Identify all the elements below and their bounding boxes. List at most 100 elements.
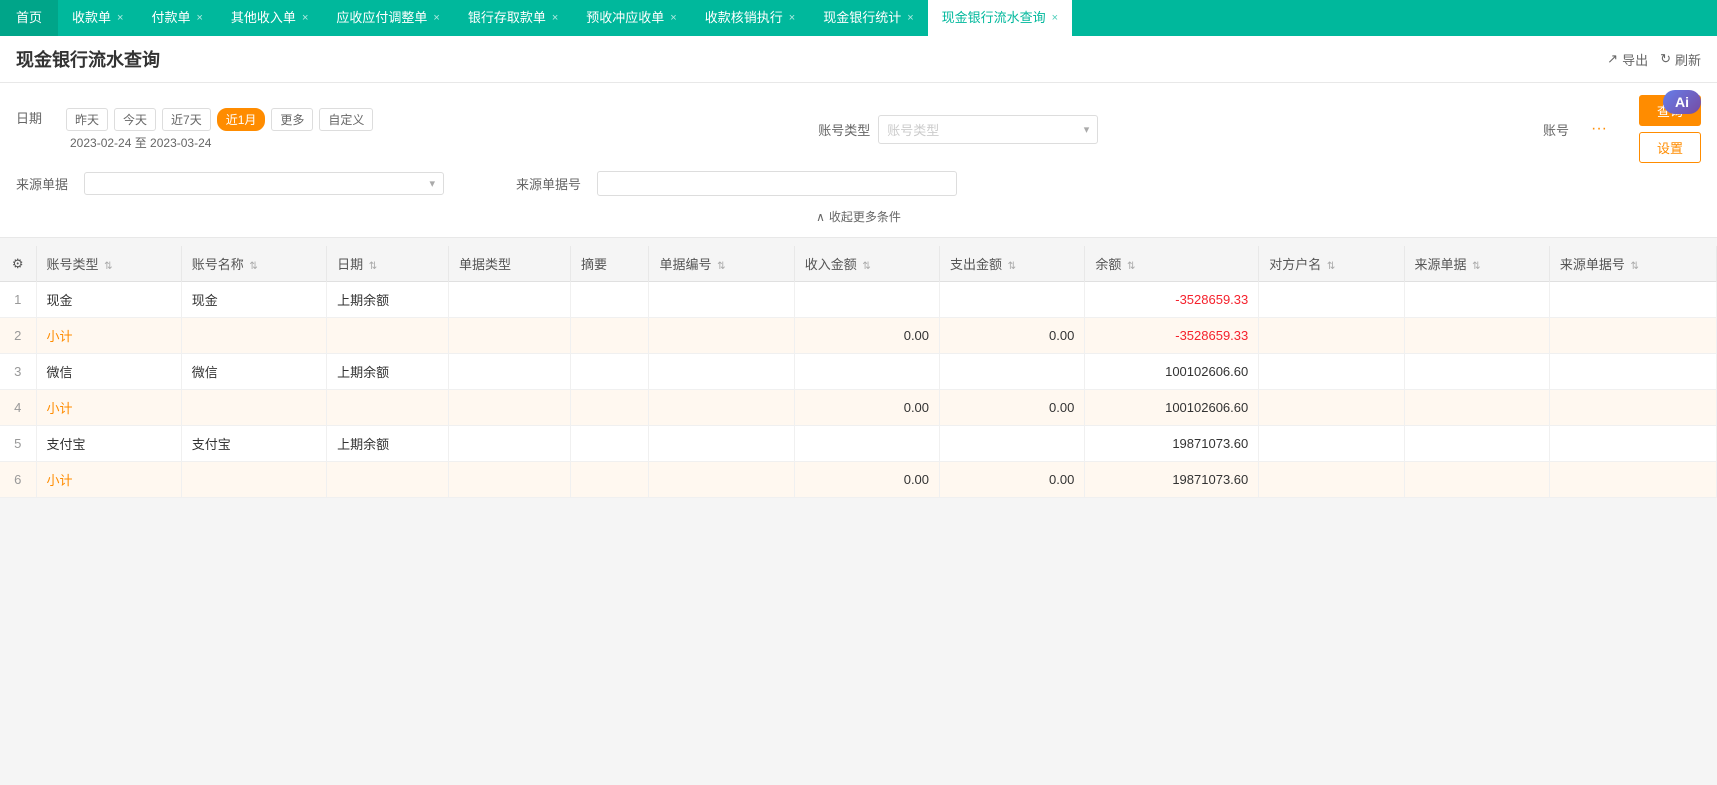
- table-row: 2 小计 0.00 0.00 -3528659.33: [0, 318, 1717, 354]
- row-settings-cell: 4: [0, 390, 36, 426]
- cell-balance: 100102606.60: [1085, 354, 1259, 390]
- date-range-display: 2023-02-24 至 2023-03-24: [70, 134, 373, 151]
- filter-row-date: 日期 昨天 今天 近7天 近1月 更多 自定义 2023-02-24 至 202…: [16, 95, 1701, 163]
- sort-icon: ⇅: [717, 261, 725, 272]
- source-doc-select[interactable]: ▾: [84, 172, 444, 195]
- cell-counterparty: [1259, 462, 1404, 498]
- nav-tab-收款核销执行[interactable]: 收款核销执行 ×: [691, 0, 809, 36]
- date-btn-yesterday[interactable]: 昨天: [66, 108, 108, 131]
- close-icon[interactable]: ×: [670, 0, 676, 36]
- account-filter: ···: [1591, 120, 1607, 138]
- nav-home[interactable]: 首页: [0, 0, 58, 36]
- close-icon[interactable]: ×: [789, 0, 795, 36]
- table-row: 1 现金 现金 上期余额 -3528659.33: [0, 282, 1717, 318]
- cell-source-doc: [1404, 354, 1549, 390]
- cell-date: [327, 318, 449, 354]
- cell-doc-no: [649, 282, 794, 318]
- filter-area: 日期 昨天 今天 近7天 近1月 更多 自定义 2023-02-24 至 202…: [0, 83, 1717, 238]
- table-row: 4 小计 0.00 0.00 100102606.60: [0, 390, 1717, 426]
- account-dots-button[interactable]: ···: [1591, 120, 1607, 138]
- export-button[interactable]: ↗ 导出: [1607, 50, 1648, 69]
- close-icon[interactable]: ×: [196, 0, 202, 36]
- cell-balance: 19871073.60: [1085, 426, 1259, 462]
- cell-income: 0.00: [794, 462, 939, 498]
- refresh-button[interactable]: ↻ 刷新: [1660, 50, 1701, 69]
- cell-summary: [570, 390, 649, 426]
- nav-tab-预收冲应收单[interactable]: 预收冲应收单 ×: [572, 0, 690, 36]
- nav-tab-其他收入单[interactable]: 其他收入单 ×: [217, 0, 322, 36]
- top-navigation: 首页 收款单 × 付款单 × 其他收入单 × 应收应付调整单 × 银行存取款单 …: [0, 0, 1717, 36]
- cell-income: [794, 354, 939, 390]
- cell-income: 0.00: [794, 318, 939, 354]
- cell-date: 上期余额: [327, 426, 449, 462]
- cell-balance: 19871073.60: [1085, 462, 1259, 498]
- nav-tab-现金银行流水查询[interactable]: 现金银行流水查询 ×: [928, 0, 1072, 36]
- export-icon: ↗: [1607, 51, 1618, 67]
- cell-doc-type: [449, 462, 571, 498]
- cell-doc-no: [649, 462, 794, 498]
- ai-assistant-badge[interactable]: Ai: [1663, 90, 1701, 114]
- sort-icon: ⇅: [1327, 261, 1335, 272]
- cell-account-name: 支付宝: [181, 426, 326, 462]
- col-settings[interactable]: ⚙: [0, 246, 36, 282]
- account-label: 账号: [1543, 120, 1583, 139]
- cell-balance: -3528659.33: [1085, 282, 1259, 318]
- nav-tab-银行存取款单[interactable]: 银行存取款单 ×: [454, 0, 572, 36]
- date-shortcuts: 昨天 今天 近7天 近1月 更多 自定义: [66, 108, 373, 131]
- col-account-name[interactable]: 账号名称 ⇅: [181, 246, 326, 282]
- close-icon[interactable]: ×: [433, 0, 439, 36]
- collapse-button[interactable]: ∧ 收起更多条件: [816, 208, 901, 225]
- cell-date: [327, 462, 449, 498]
- page-title: 现金银行流水查询: [16, 46, 160, 72]
- data-table-area: ⚙ 账号类型 ⇅ 账号名称 ⇅ 日期 ⇅ 单据类型 摘要 单据编号 ⇅ 收入金额…: [0, 246, 1717, 498]
- settings-button[interactable]: 设置: [1639, 132, 1701, 163]
- cell-account-type: 支付宝: [36, 426, 181, 462]
- col-counterparty[interactable]: 对方户名 ⇅: [1259, 246, 1404, 282]
- col-expense[interactable]: 支出金额 ⇅: [940, 246, 1085, 282]
- header-actions: ↗ 导出 ↻ 刷新: [1607, 50, 1701, 69]
- col-source-doc-no[interactable]: 来源单据号 ⇅: [1549, 246, 1716, 282]
- cell-expense: [940, 354, 1085, 390]
- close-icon[interactable]: ×: [302, 0, 308, 36]
- close-icon[interactable]: ×: [1052, 0, 1058, 36]
- sort-icon: ⇅: [1630, 261, 1638, 272]
- cell-expense: [940, 426, 1085, 462]
- cell-income: [794, 282, 939, 318]
- cell-doc-no: [649, 354, 794, 390]
- close-icon[interactable]: ×: [907, 0, 913, 36]
- cell-summary: [570, 282, 649, 318]
- date-btn-today[interactable]: 今天: [114, 108, 156, 131]
- close-icon[interactable]: ×: [117, 0, 123, 36]
- cell-date: 上期余额: [327, 354, 449, 390]
- close-icon[interactable]: ×: [552, 0, 558, 36]
- cell-summary: [570, 318, 649, 354]
- col-account-type[interactable]: 账号类型 ⇅: [36, 246, 181, 282]
- col-source-doc[interactable]: 来源单据 ⇅: [1404, 246, 1549, 282]
- nav-tab-收款单[interactable]: 收款单 ×: [58, 0, 137, 36]
- col-balance[interactable]: 余额 ⇅: [1085, 246, 1259, 282]
- cell-expense: 0.00: [940, 390, 1085, 426]
- refresh-icon: ↻: [1660, 51, 1671, 67]
- cell-doc-no: [649, 318, 794, 354]
- date-btn-custom[interactable]: 自定义: [319, 108, 373, 131]
- col-doc-no[interactable]: 单据编号 ⇅: [649, 246, 794, 282]
- nav-tab-付款单[interactable]: 付款单 ×: [137, 0, 216, 36]
- row-settings-cell: 1: [0, 282, 36, 318]
- date-btn-more[interactable]: 更多: [271, 108, 313, 131]
- filter-row-source: 来源单据 ▾ 来源单据号: [16, 171, 1701, 196]
- sort-icon: ⇅: [862, 261, 870, 272]
- nav-tab-应收应付调整单[interactable]: 应收应付调整单 ×: [322, 0, 453, 36]
- cell-counterparty: [1259, 426, 1404, 462]
- cell-counterparty: [1259, 390, 1404, 426]
- date-btn-7days[interactable]: 近7天: [162, 108, 211, 131]
- source-doc-no-input[interactable]: [597, 171, 957, 196]
- col-doc-type: 单据类型: [449, 246, 571, 282]
- account-type-select[interactable]: 账号类型 ▾: [878, 115, 1098, 144]
- nav-tab-现金银行统计[interactable]: 现金银行统计 ×: [809, 0, 927, 36]
- cell-source-doc-no: [1549, 354, 1716, 390]
- cell-account-type: 小计: [36, 318, 181, 354]
- col-date[interactable]: 日期 ⇅: [327, 246, 449, 282]
- date-btn-1month[interactable]: 近1月: [217, 108, 266, 131]
- col-income[interactable]: 收入金额 ⇅: [794, 246, 939, 282]
- cell-account-name: 现金: [181, 282, 326, 318]
